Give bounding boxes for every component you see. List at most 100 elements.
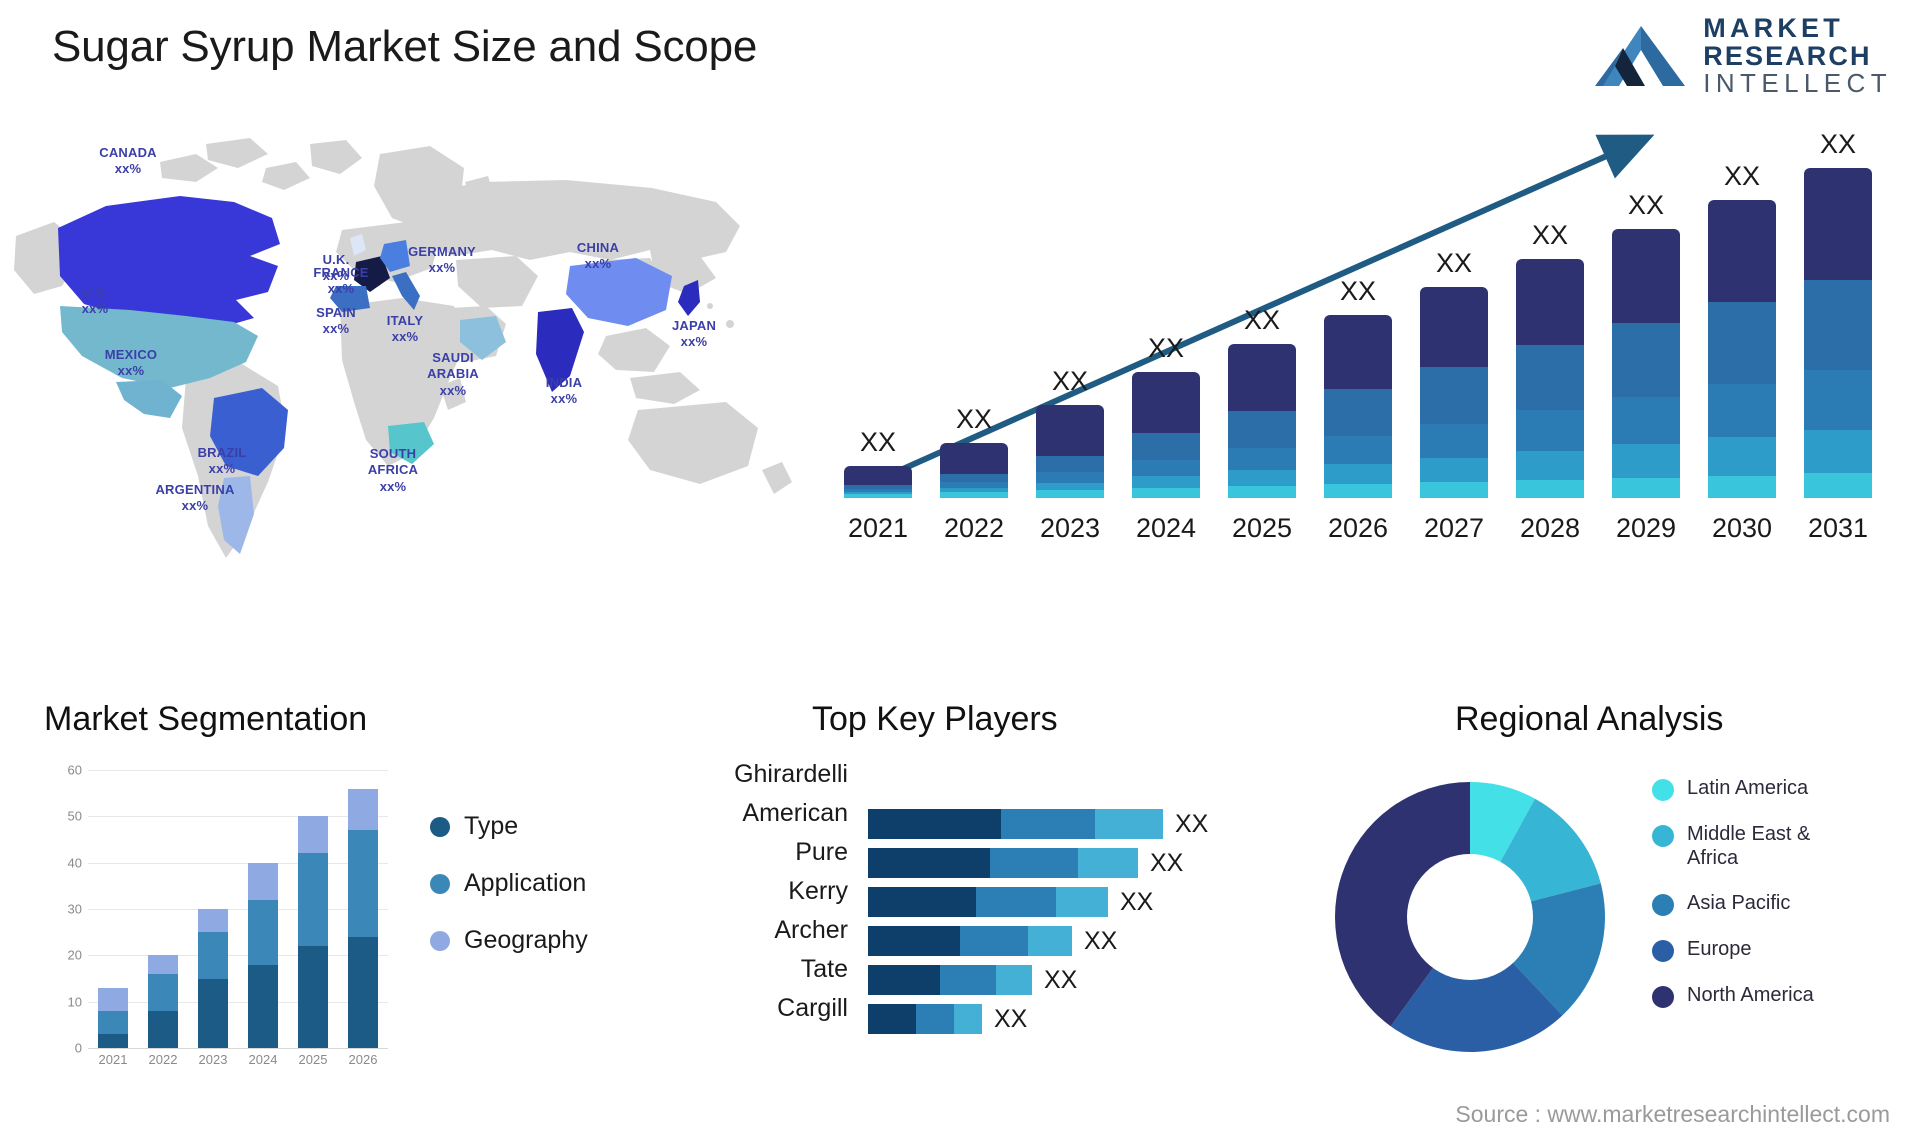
forecast-bar-segment <box>1228 485 1296 498</box>
segmentation-bar[interactable] <box>298 816 328 1048</box>
forecast-bar[interactable] <box>940 443 1008 498</box>
map-country-name: JAPAN <box>671 318 717 333</box>
map-country-value: xx% <box>584 256 612 272</box>
segmentation-bar[interactable] <box>98 987 128 1048</box>
map-country-value: xx% <box>181 498 209 514</box>
forecast-bar[interactable] <box>1036 405 1104 498</box>
key-player-name: Cargill <box>777 993 848 1022</box>
key-player-name: Ghirardelli <box>734 759 848 788</box>
segmentation-bar[interactable] <box>148 955 178 1048</box>
page-title: Sugar Syrup Market Size and Scope <box>52 22 758 71</box>
source-text: Source : www.marketresearchintellect.com <box>1455 1101 1890 1127</box>
map-label-canada: CANADA xx% <box>99 145 157 178</box>
forecast-bar-segment <box>1420 366 1488 424</box>
map-country-value: xx% <box>379 478 407 494</box>
regional-legend-item[interactable]: Latin America <box>1652 777 1847 801</box>
forecast-bar-segment <box>1708 383 1776 437</box>
map-country-name: CHINA <box>576 240 620 255</box>
forecast-bar-segment <box>1612 443 1680 478</box>
key-player-bar-segment <box>916 1004 954 1034</box>
forecast-year-label: 2025 <box>1231 513 1293 543</box>
segmentation-bar-segment <box>148 973 178 1011</box>
forecast-bar[interactable] <box>1516 259 1584 498</box>
segmentation-legend-item[interactable]: Type <box>430 812 588 841</box>
key-player-name: Tate <box>800 954 848 983</box>
segmentation-x-tick: 2025 <box>298 1052 328 1067</box>
forecast-bar-segment <box>1132 433 1200 461</box>
map-label-germany: GERMANY xx% <box>408 244 476 277</box>
forecast-bar-group: XX 2028 <box>1516 179 1584 543</box>
forecast-bar-segment <box>1516 259 1584 345</box>
forecast-bar-segment <box>1036 489 1104 498</box>
regional-legend-item[interactable]: Europe <box>1652 938 1847 963</box>
forecast-bar-segment <box>1804 429 1872 474</box>
map-country-name: CANADA <box>99 145 157 160</box>
segmentation-x-tick: 2024 <box>248 1052 278 1067</box>
forecast-bar-value: XX <box>1435 248 1473 278</box>
segmentation-legend-label: Type <box>464 812 519 840</box>
key-player-bar[interactable] <box>868 1004 982 1034</box>
forecast-bar[interactable] <box>1612 229 1680 498</box>
map-country-name: BRAZIL <box>197 445 247 460</box>
segmentation-x-tick: 2026 <box>348 1052 378 1067</box>
segmentation-axis-line <box>88 1048 388 1049</box>
forecast-bar-segment <box>1420 458 1488 482</box>
forecast-bar-segment <box>1708 436 1776 476</box>
forecast-bar-segment <box>1804 168 1872 281</box>
forecast-bar[interactable] <box>1324 315 1392 498</box>
map-country-name: FRANCE <box>313 265 369 280</box>
forecast-bar[interactable] <box>1804 168 1872 498</box>
segmentation-bar[interactable] <box>348 788 378 1048</box>
forecast-bar-segment <box>1708 200 1776 303</box>
regional-legend-label: Europe <box>1687 938 1752 961</box>
regional-legend-item[interactable]: Asia Pacific <box>1652 892 1847 917</box>
segmentation-bar-segment <box>298 816 328 854</box>
segmentation-gridline <box>88 862 388 864</box>
forecast-bar[interactable] <box>844 466 912 498</box>
segmentation-gridline <box>88 955 388 957</box>
forecast-bar-segment <box>940 443 1008 474</box>
map-label-italy: ITALY xx% <box>387 313 423 346</box>
segmentation-legend-dot-icon <box>430 930 450 951</box>
forecast-bar[interactable] <box>1228 344 1296 498</box>
forecast-bar-value: XX <box>1243 305 1281 335</box>
segmentation-legend-label: Geography <box>464 926 588 954</box>
forecast-bar-segment <box>1132 460 1200 477</box>
regional-legend-item[interactable]: Middle East & Africa <box>1652 823 1847 870</box>
forecast-bar-value: XX <box>859 427 897 457</box>
forecast-year-label: 2028 <box>1519 513 1581 543</box>
segmentation-gridline <box>88 770 388 771</box>
segmentation-legend-item[interactable]: Geography <box>430 926 588 955</box>
segmentation-bar[interactable] <box>248 862 278 1048</box>
segmentation-legend-item[interactable]: Application <box>430 869 588 898</box>
regional-legend-label: Middle East & Africa <box>1687 823 1811 869</box>
map-label-spain: SPAIN xx% <box>316 305 356 338</box>
top-key-players-panel: Ghirardelli American XX Pure XX Kerry XX Archer… <box>640 750 1300 1130</box>
segmentation-bar-segment <box>348 788 378 831</box>
map-country-value: xx% <box>550 391 578 407</box>
forecast-bar-group: XX 2031 <box>1804 88 1872 543</box>
forecast-bar-segment <box>940 473 1008 482</box>
forecast-bar-value: XX <box>1531 220 1569 250</box>
map-country-value: xx% <box>114 161 142 177</box>
forecast-bar[interactable] <box>1708 200 1776 498</box>
segmentation-bar[interactable] <box>198 909 228 1048</box>
world-map-panel: CANADA xx% U.S. xx% MEXICO xx% BRAZIL xx% ARGENT… <box>10 110 810 560</box>
regional-legend-label: Latin America <box>1687 777 1809 799</box>
map-country-value: xx% <box>428 260 456 276</box>
forecast-bar[interactable] <box>1420 287 1488 498</box>
regional-legend-item[interactable]: North America <box>1652 984 1847 1009</box>
map-country-value: xx% <box>439 382 467 398</box>
key-player-bar-segment <box>954 1004 982 1034</box>
forecast-year-label: 2021 <box>847 513 909 543</box>
forecast-bar-group: XX 2021 <box>844 386 912 543</box>
forecast-bar-group: XX 2026 <box>1324 235 1392 543</box>
mountain-logo-icon <box>1595 25 1686 86</box>
segmentation-plot <box>88 770 388 1049</box>
forecast-bar[interactable] <box>1132 372 1200 498</box>
segmentation-gridline <box>88 1001 388 1003</box>
forecast-year-label: 2024 <box>1135 513 1197 543</box>
forecast-bar-segment <box>1228 448 1296 471</box>
forecast-bar-segment <box>1420 423 1488 459</box>
forecast-bar-segment <box>1708 302 1776 384</box>
